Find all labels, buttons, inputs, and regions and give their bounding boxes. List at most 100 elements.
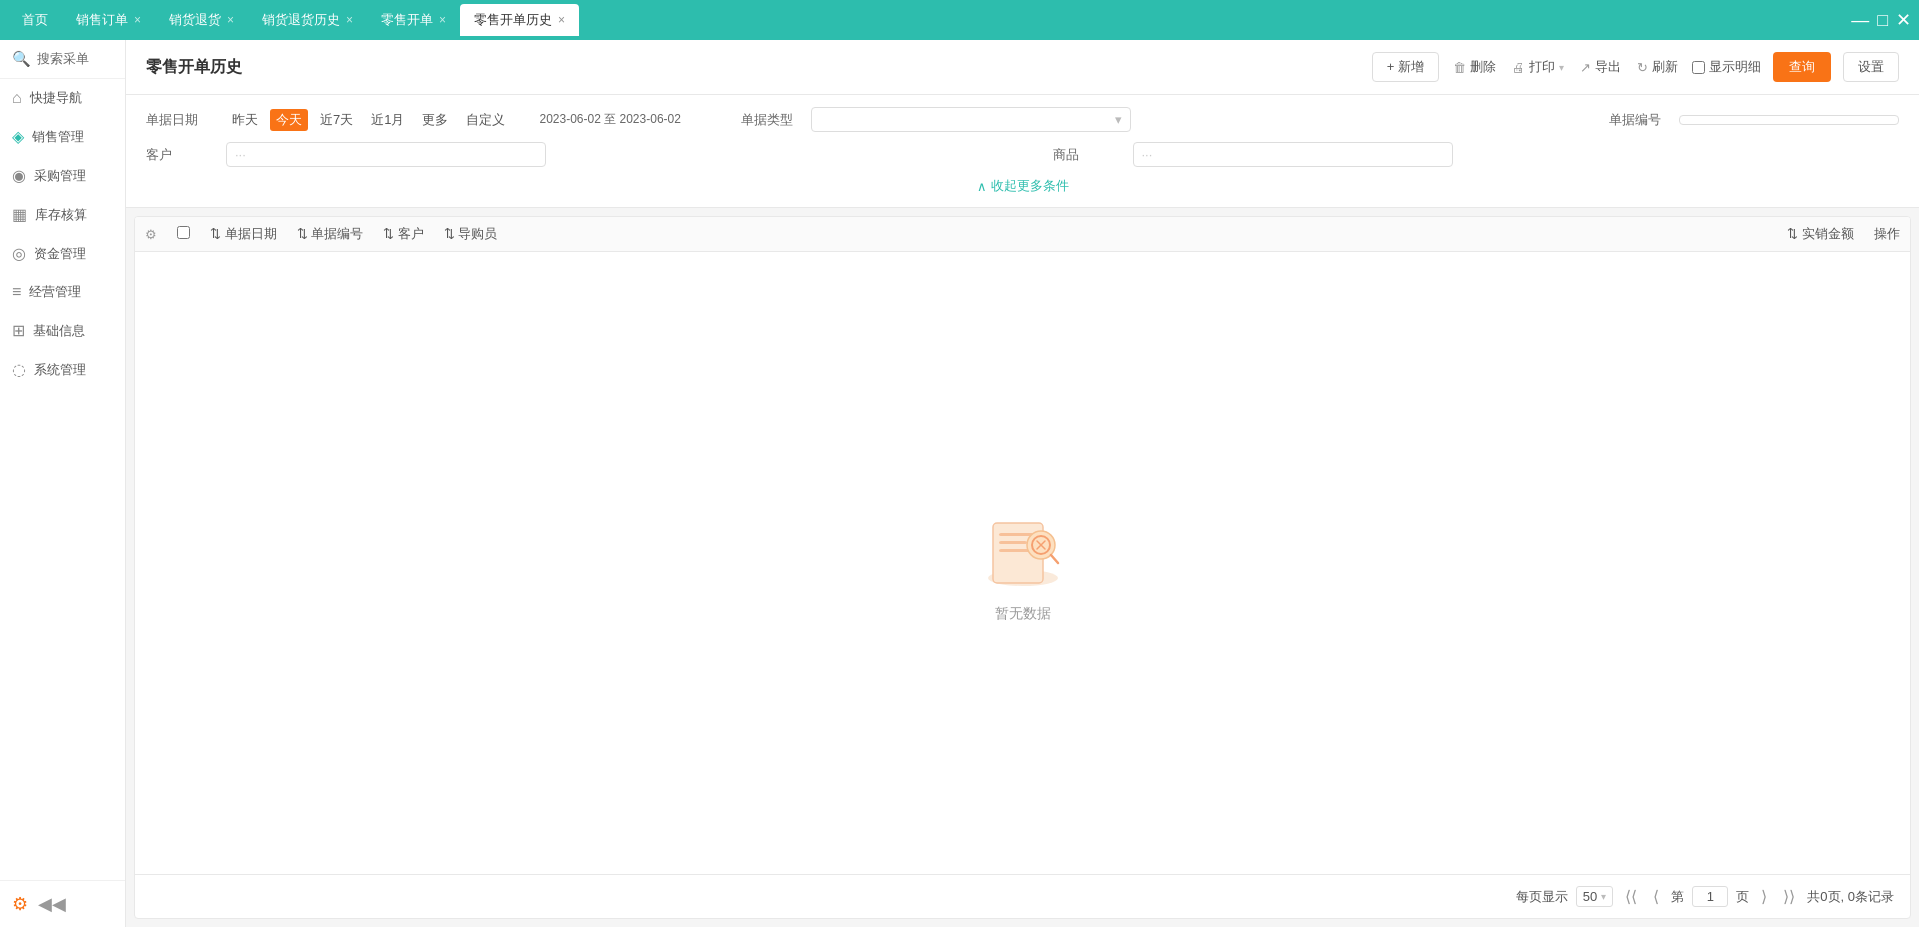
toolbar: + 新增 🗑 删除 🖨 打印 ▾ ↗ 导出 ↻ 刷新 (1372, 52, 1899, 82)
pagination: 每页显示 50 ▾ ⟨⟨ ⟨ 第 页 ⟩ ⟩⟩ 共0页, 0条记录 (135, 874, 1910, 918)
home-icon: ⌂ (12, 89, 22, 107)
tab-sales-return[interactable]: 销货退货 × (155, 4, 248, 36)
prev-page-btn[interactable]: ⟨ (1649, 885, 1663, 908)
sidebar: 🔍 搜索采单 ⌂ 快捷导航 ◈ 销售管理 ◉ 采购管理 ▦ 库存核算 ◎ 资金管… (0, 40, 126, 927)
print-label: 打印 (1529, 58, 1555, 76)
window-controls: — □ ✕ (1851, 9, 1911, 31)
collapse-filter-label: 收起更多条件 (991, 177, 1069, 195)
table-settings-icon[interactable]: ⚙ (145, 227, 157, 242)
print-chevron-icon: ▾ (1559, 62, 1564, 73)
customer-filter-input[interactable]: ··· (226, 142, 546, 167)
goods-filter-label: 商品 (1053, 146, 1113, 164)
collapse-filter-button[interactable]: ∧ 收起更多条件 (146, 177, 1899, 195)
svg-line-7 (1051, 555, 1058, 563)
customer-filter-placeholder: ··· (235, 147, 246, 162)
date-btn-more[interactable]: 更多 (416, 109, 454, 131)
sidebar-item-sales[interactable]: ◈ 销售管理 (0, 117, 125, 156)
svg-rect-4 (999, 549, 1031, 552)
table-header-settings: ⚙ (135, 217, 167, 252)
sidebar-item-basic-info-label: 基础信息 (33, 322, 85, 340)
table-col-action-label: 操作 (1874, 226, 1900, 241)
collapse-sidebar-icon[interactable]: ◀◀ (38, 893, 66, 915)
table-header-amount[interactable]: ⇅ 实销金额 (1777, 217, 1864, 252)
type-filter-select[interactable]: ▾ (811, 107, 1131, 132)
basic-info-icon: ⊞ (12, 321, 25, 340)
tab-retail-open[interactable]: 零售开单 × (367, 4, 460, 36)
date-btn-today[interactable]: 今天 (270, 109, 308, 131)
number-filter-input[interactable] (1679, 115, 1899, 125)
table-header-guide[interactable]: ⇅ 导购员 (434, 217, 508, 252)
page-label-before: 第 (1671, 888, 1684, 906)
tab-retail-history-close[interactable]: × (558, 13, 565, 27)
per-page-label: 每页显示 (1516, 888, 1568, 906)
purchase-icon: ◉ (12, 166, 26, 185)
refresh-button[interactable]: ↻ 刷新 (1635, 54, 1680, 80)
collapse-up-icon: ∧ (977, 179, 987, 194)
next-page-btn[interactable]: ⟩ (1757, 885, 1771, 908)
print-icon: 🖨 (1512, 60, 1525, 75)
type-filter-chevron-icon: ▾ (1115, 112, 1122, 127)
tab-retail-history[interactable]: 零售开单历史 × (460, 4, 579, 36)
inventory-icon: ▦ (12, 205, 27, 224)
sidebar-item-operations-label: 经营管理 (29, 283, 81, 301)
tab-home-label: 首页 (22, 11, 48, 29)
tab-sales-return-history-close[interactable]: × (346, 13, 353, 27)
page-header: 零售开单历史 + 新增 🗑 删除 🖨 打印 ▾ ↗ 导出 ↻ (126, 40, 1919, 95)
query-button[interactable]: 查询 (1773, 52, 1831, 82)
delete-label: 删除 (1470, 58, 1496, 76)
per-page-select[interactable]: 50 ▾ (1576, 886, 1613, 907)
maximize-btn[interactable]: □ (1877, 10, 1888, 31)
sidebar-search[interactable]: 🔍 搜索采单 (0, 40, 125, 79)
sidebar-item-finance[interactable]: ◎ 资金管理 (0, 234, 125, 273)
sidebar-search-label: 搜索采单 (37, 50, 89, 68)
tab-sales-order[interactable]: 销售订单 × (62, 4, 155, 36)
settings-icon[interactable]: ⚙ (12, 893, 28, 915)
first-page-btn[interactable]: ⟨⟨ (1621, 885, 1641, 908)
print-button[interactable]: 🖨 打印 ▾ (1510, 54, 1566, 80)
settings-button[interactable]: 设置 (1843, 52, 1899, 82)
show-detail-input[interactable] (1692, 61, 1705, 74)
content-area: 零售开单历史 + 新增 🗑 删除 🖨 打印 ▾ ↗ 导出 ↻ (126, 40, 1919, 927)
minimize-btn[interactable]: — (1851, 10, 1869, 31)
date-btn-custom[interactable]: 自定义 (460, 109, 511, 131)
page-number-input[interactable] (1692, 886, 1728, 907)
sidebar-item-quick-nav[interactable]: ⌂ 快捷导航 (0, 79, 125, 117)
number-filter-label: 单据编号 (1609, 111, 1669, 129)
tab-home[interactable]: 首页 (8, 4, 62, 36)
sidebar-item-purchase[interactable]: ◉ 采购管理 (0, 156, 125, 195)
goods-filter-input[interactable]: ··· (1133, 142, 1453, 167)
show-detail-checkbox[interactable]: 显示明细 (1692, 58, 1761, 76)
new-button[interactable]: + 新增 (1372, 52, 1439, 82)
date-btn-1month[interactable]: 近1月 (365, 109, 410, 131)
table-header-date[interactable]: ⇅ 单据日期 (200, 217, 287, 252)
date-btn-yesterday[interactable]: 昨天 (226, 109, 264, 131)
tab-sales-order-label: 销售订单 (76, 11, 128, 29)
finance-icon: ◎ (12, 244, 26, 263)
tab-bar: 首页 销售订单 × 销货退货 × 销货退货历史 × 零售开单 × 零售开单历史 … (0, 0, 1919, 40)
tab-sales-return-history[interactable]: 销货退货历史 × (248, 4, 367, 36)
tab-retail-open-close[interactable]: × (439, 13, 446, 27)
per-page-value: 50 (1583, 889, 1597, 904)
per-page-chevron-icon: ▾ (1601, 891, 1606, 902)
export-button[interactable]: ↗ 导出 (1578, 54, 1623, 80)
tab-sales-return-label: 销货退货 (169, 11, 221, 29)
delete-button[interactable]: 🗑 删除 (1451, 54, 1498, 80)
tab-sales-order-close[interactable]: × (134, 13, 141, 27)
sidebar-item-inventory[interactable]: ▦ 库存核算 (0, 195, 125, 234)
close-btn[interactable]: ✕ (1896, 9, 1911, 31)
last-page-btn[interactable]: ⟩⟩ (1779, 885, 1799, 908)
select-all-checkbox[interactable] (177, 226, 190, 239)
table-header-customer[interactable]: ⇅ 客户 (373, 217, 434, 252)
sidebar-item-system-label: 系统管理 (34, 361, 86, 379)
date-btn-7days[interactable]: 近7天 (314, 109, 359, 131)
export-label: 导出 (1595, 58, 1621, 76)
sidebar-item-inventory-label: 库存核算 (35, 206, 87, 224)
filter-area: 单据日期 昨天 今天 近7天 近1月 更多 自定义 2023-06-02 至 2… (126, 95, 1919, 208)
sidebar-item-operations[interactable]: ≡ 经营管理 (0, 273, 125, 311)
table-header-number[interactable]: ⇅ 单据编号 (287, 217, 374, 252)
sidebar-item-basic-info[interactable]: ⊞ 基础信息 (0, 311, 125, 350)
filter-row-1: 单据日期 昨天 今天 近7天 近1月 更多 自定义 2023-06-02 至 2… (146, 107, 1899, 132)
sidebar-item-system[interactable]: ◌ 系统管理 (0, 350, 125, 389)
tab-sales-return-close[interactable]: × (227, 13, 234, 27)
type-filter-label: 单据类型 (741, 111, 801, 129)
